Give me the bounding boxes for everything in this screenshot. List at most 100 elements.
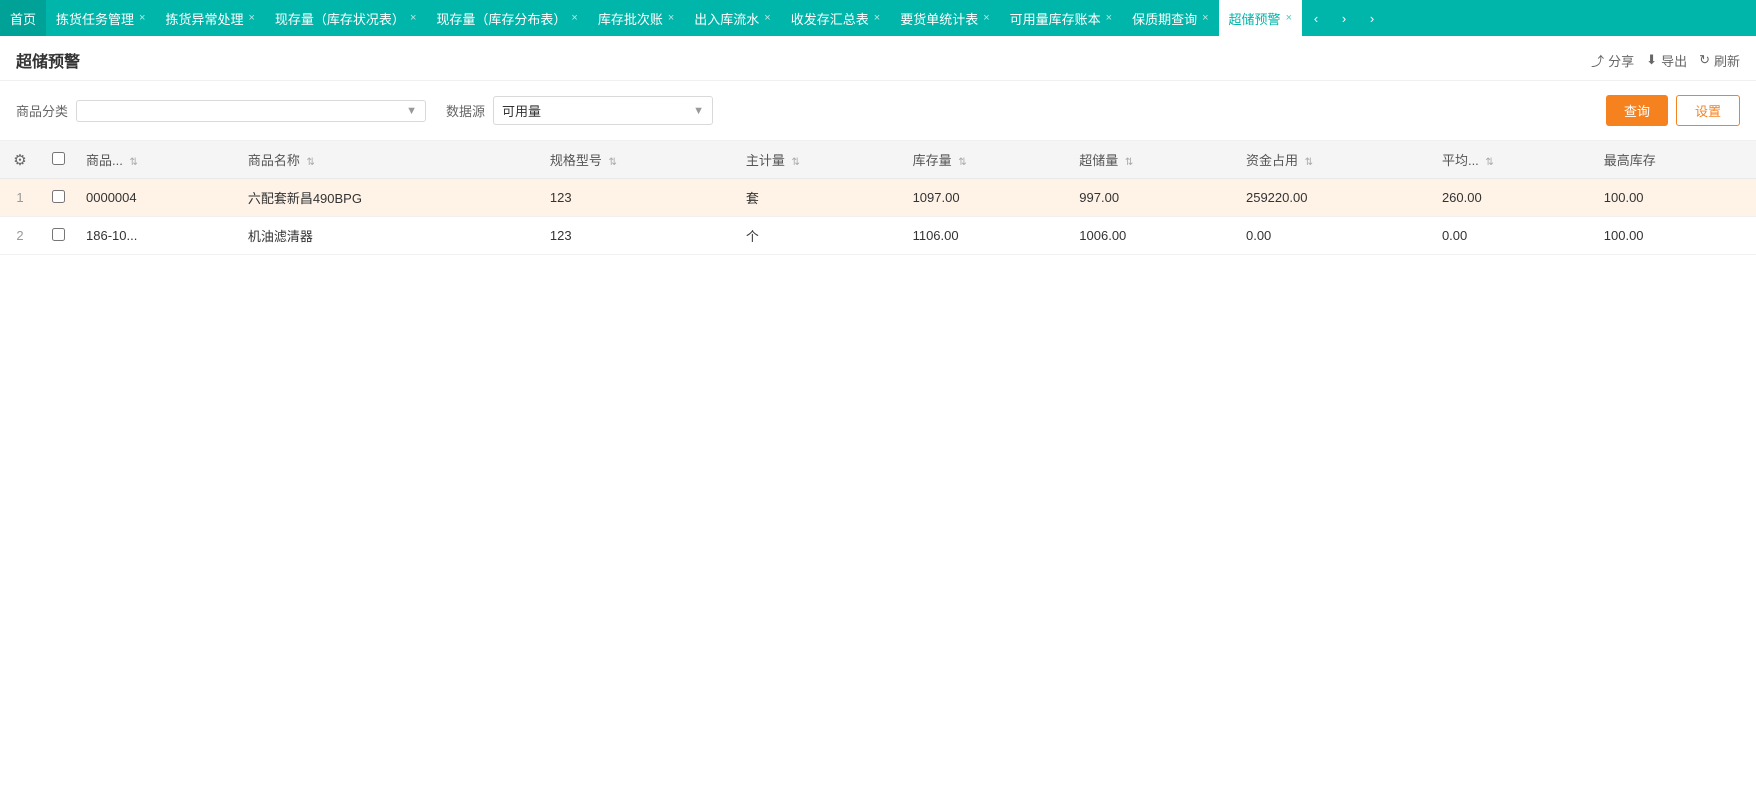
col-overstock[interactable]: 超储量 ⇅	[1069, 141, 1236, 179]
col-spec[interactable]: 规格型号 ⇅	[540, 141, 736, 179]
col-stock-label: 库存量	[913, 153, 952, 168]
nav-item-inout-flow[interactable]: 出入库流水 ×	[684, 0, 780, 36]
nav-item-quality-check[interactable]: 保质期查询 ×	[1122, 0, 1218, 36]
filter-actions: 查询 设置	[1606, 95, 1740, 126]
row-num: 2	[0, 217, 40, 255]
nav-item-inout-flow-label: 出入库流水	[694, 9, 759, 28]
overstock-cell: 1006.00	[1069, 217, 1236, 255]
refresh-button[interactable]: ↻ 刷新	[1699, 51, 1740, 70]
nav-item-available-ledger[interactable]: 可用量库存账本 ×	[1000, 0, 1122, 36]
max-stock-cell: 100.00	[1594, 217, 1756, 255]
refresh-label: 刷新	[1714, 51, 1740, 70]
close-icon[interactable]: ×	[1106, 12, 1112, 24]
col-product-name[interactable]: 商品名称 ⇅	[238, 141, 540, 179]
export-label: 导出	[1661, 51, 1687, 70]
set-button[interactable]: 设置	[1676, 95, 1740, 126]
nav-arrow-more[interactable]: ›	[1358, 0, 1386, 36]
close-icon[interactable]: ×	[668, 12, 674, 24]
nav-item-home-label: 首页	[10, 9, 36, 28]
data-table: ⚙ 商品... ⇅ 商品名称 ⇅ 规格型号 ⇅	[0, 141, 1756, 255]
nav-item-task-mgmt-label: 拣货任务管理	[56, 9, 134, 28]
avg-cell: 260.00	[1432, 179, 1594, 217]
gear-icon[interactable]: ⚙	[13, 152, 26, 169]
close-icon[interactable]: ×	[874, 12, 880, 24]
nav-item-batch-ledger[interactable]: 库存批次账 ×	[588, 0, 684, 36]
nav-arrow-right[interactable]: ›	[1330, 0, 1358, 36]
nav-item-abnormal-label: 拣货异常处理	[165, 9, 243, 28]
close-icon[interactable]: ×	[139, 12, 145, 24]
nav-item-overstock-warning-label: 超储预警	[1229, 9, 1281, 28]
close-icon[interactable]: ×	[571, 12, 577, 24]
export-button[interactable]: ⬇ 导出	[1646, 51, 1687, 70]
col-product-code[interactable]: 商品... ⇅	[76, 141, 238, 179]
datasource-filter: 数据源 可用量 ▼	[446, 96, 713, 125]
nav-item-home[interactable]: 首页	[0, 0, 46, 36]
sort-icon: ⇅	[129, 157, 137, 168]
nav-item-inventory-dist-label: 现存量（库存分布表）	[436, 9, 566, 28]
col-product-name-label: 商品名称	[248, 153, 300, 168]
sort-icon: ⇅	[1125, 157, 1133, 168]
close-icon[interactable]: ×	[1286, 12, 1292, 24]
col-max-stock-label: 最高库存	[1604, 153, 1656, 168]
datasource-value: 可用量	[502, 101, 541, 120]
nav-item-recv-send-summary[interactable]: 收发存汇总表 ×	[781, 0, 890, 36]
top-nav: 首页 拣货任务管理 × 拣货异常处理 × 现存量（库存状况表） × 现存量（库存…	[0, 0, 1756, 36]
category-label: 商品分类	[16, 101, 68, 120]
refresh-icon: ↻	[1699, 52, 1710, 68]
close-icon[interactable]: ×	[1202, 12, 1208, 24]
share-icon: ⤴	[1591, 51, 1604, 70]
row-checkbox[interactable]	[52, 190, 65, 203]
sort-icon: ⇅	[1305, 157, 1313, 168]
query-button[interactable]: 查询	[1606, 95, 1668, 126]
product-name-cell: 六配套新昌490BPG	[238, 179, 540, 217]
col-unit[interactable]: 主计量 ⇅	[736, 141, 903, 179]
nav-item-overstock-warning[interactable]: 超储预警 ×	[1219, 0, 1302, 36]
share-label: 分享	[1608, 51, 1634, 70]
col-avg-label: 平均...	[1442, 153, 1479, 168]
product-code-cell: 0000004	[76, 179, 238, 217]
col-capital[interactable]: 资金占用 ⇅	[1236, 141, 1432, 179]
sort-icon: ⇅	[792, 157, 800, 168]
nav-item-order-stat[interactable]: 要货单统计表 ×	[890, 0, 999, 36]
chevron-down-icon: ▼	[693, 105, 704, 117]
stock-cell: 1106.00	[903, 217, 1070, 255]
row-num: 1	[0, 179, 40, 217]
select-all-checkbox[interactable]	[52, 152, 65, 165]
col-stock[interactable]: 库存量 ⇅	[903, 141, 1070, 179]
datasource-label: 数据源	[446, 101, 485, 120]
unit-cell: 个	[736, 217, 903, 255]
filter-area: 商品分类 ▼ 数据源 可用量 ▼ 查询 设置	[0, 81, 1756, 141]
nav-item-batch-ledger-label: 库存批次账	[598, 9, 663, 28]
nav-item-recv-send-summary-label: 收发存汇总表	[791, 9, 869, 28]
datasource-select[interactable]: 可用量 ▼	[493, 96, 713, 125]
sort-icon: ⇅	[958, 157, 966, 168]
category-filter: 商品分类 ▼	[16, 100, 426, 122]
close-icon[interactable]: ×	[983, 12, 989, 24]
nav-item-abnormal[interactable]: 拣货异常处理 ×	[155, 0, 264, 36]
nav-item-inventory-status-label: 现存量（库存状况表）	[275, 9, 405, 28]
nav-item-quality-check-label: 保质期查询	[1132, 9, 1197, 28]
sort-icon: ⇅	[609, 157, 617, 168]
table-header-row: ⚙ 商品... ⇅ 商品名称 ⇅ 规格型号 ⇅	[0, 141, 1756, 179]
nav-item-inventory-status[interactable]: 现存量（库存状况表） ×	[265, 0, 426, 36]
row-checkbox[interactable]	[52, 228, 65, 241]
col-avg[interactable]: 平均... ⇅	[1432, 141, 1594, 179]
close-icon[interactable]: ×	[410, 12, 416, 24]
max-stock-cell: 100.00	[1594, 179, 1756, 217]
nav-arrow-left[interactable]: ‹	[1302, 0, 1330, 36]
col-spec-label: 规格型号	[550, 153, 602, 168]
row-checkbox-cell	[40, 179, 76, 217]
close-icon[interactable]: ×	[764, 12, 770, 24]
share-button[interactable]: ⤴ 分享	[1591, 51, 1634, 70]
nav-item-task-mgmt[interactable]: 拣货任务管理 ×	[46, 0, 155, 36]
close-icon[interactable]: ×	[248, 12, 254, 24]
col-max-stock: 最高库存	[1594, 141, 1756, 179]
nav-item-inventory-dist[interactable]: 现存量（库存分布表） ×	[426, 0, 587, 36]
avg-cell: 0.00	[1432, 217, 1594, 255]
spec-cell: 123	[540, 179, 736, 217]
col-checkbox	[40, 141, 76, 179]
category-select[interactable]: ▼	[76, 100, 426, 122]
stock-cell: 1097.00	[903, 179, 1070, 217]
sort-icon: ⇅	[306, 157, 314, 168]
header-actions: ⤴ 分享 ⬇ 导出 ↻ 刷新	[1591, 51, 1740, 70]
